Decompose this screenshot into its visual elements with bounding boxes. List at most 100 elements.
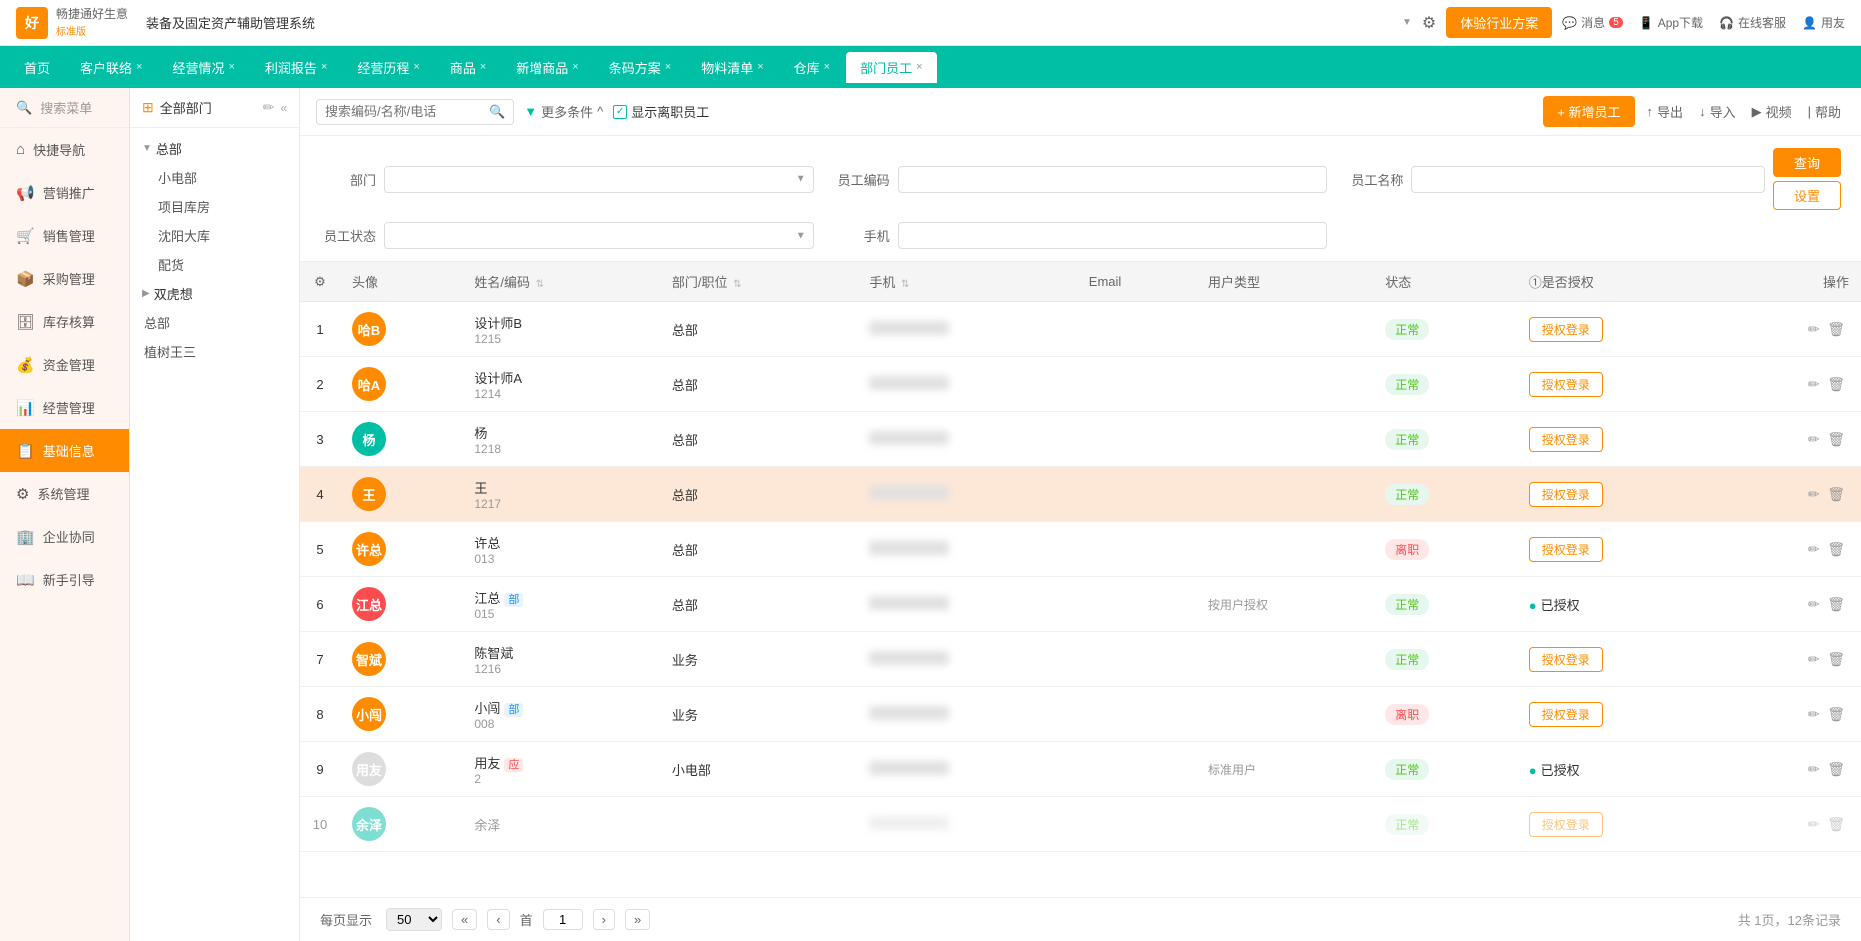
dept-edit-icon[interactable]: ✏ (263, 99, 275, 116)
close-icon[interactable]: × (757, 61, 763, 73)
emp-status-select[interactable] (384, 222, 814, 249)
more-conditions-btn[interactable]: ▼ 更多条件 ^ (524, 102, 603, 121)
close-icon[interactable]: × (321, 61, 327, 73)
auth-login-btn[interactable]: 授权登录 (1529, 537, 1603, 562)
delete-btn[interactable]: 🗑 (1827, 816, 1845, 832)
sidebar-item-guide[interactable]: 📖 新手引导 (0, 558, 129, 601)
edit-btn[interactable]: ✏ (1808, 376, 1820, 392)
emp-name-input[interactable] (1411, 166, 1765, 193)
query-btn[interactable]: 查询 (1773, 148, 1841, 177)
view-btn[interactable]: ▶ 视频 (1748, 102, 1796, 121)
dept-group-label-sh[interactable]: ▶双虎想 (130, 279, 299, 308)
tab-home[interactable]: 首页 (10, 52, 64, 83)
show-departed-check[interactable]: ✓ 显示离职员工 (613, 102, 709, 121)
sidebar-item-finance[interactable]: 💰 资金管理 (0, 343, 129, 386)
tab-history[interactable]: 经营历程 × (343, 52, 433, 83)
tab-profit[interactable]: 利润报告 × (251, 52, 341, 83)
delete-btn[interactable]: 🗑 (1827, 431, 1845, 447)
page-input[interactable] (543, 909, 583, 930)
col-dept[interactable]: 部门/职位 ⇅ (660, 262, 858, 302)
dept-node-project[interactable]: 项目库房 (130, 192, 299, 221)
dept-node-xiao-dian[interactable]: 小电部 (130, 163, 299, 192)
reset-btn[interactable]: 设置 (1773, 181, 1841, 210)
dept-node-distribution[interactable]: 配货 (130, 250, 299, 279)
auth-login-btn[interactable]: 授权登录 (1529, 482, 1603, 507)
tab-goods[interactable]: 商品 × (436, 52, 500, 83)
close-icon[interactable]: × (572, 61, 578, 73)
edit-btn[interactable]: ✏ (1808, 596, 1820, 612)
tab-operation[interactable]: 经营情况 × (158, 52, 248, 83)
tab-new-goods[interactable]: 新增商品 × (502, 52, 592, 83)
user-btn[interactable]: 👤 用友 (1802, 14, 1845, 31)
import-btn[interactable]: ↓ 导入 (1695, 102, 1740, 121)
tab-warehouse[interactable]: 仓库 × (780, 52, 844, 83)
delete-btn[interactable]: 🗑 (1827, 376, 1845, 392)
edit-btn[interactable]: ✏ (1808, 486, 1820, 502)
tab-barcode[interactable]: 条码方案 × (595, 52, 685, 83)
message-btn[interactable]: 💬 消息 5 (1562, 14, 1623, 31)
help-btn[interactable]: | 帮助 (1804, 102, 1845, 121)
add-employee-btn[interactable]: + 新增员工 (1543, 96, 1634, 127)
dept-select[interactable] (384, 166, 814, 193)
close-icon[interactable]: × (480, 61, 486, 73)
dept-node-zongbu[interactable]: 总部 (130, 308, 299, 337)
auth-login-btn[interactable]: 授权登录 (1529, 812, 1603, 837)
next-page-btn[interactable]: › (593, 909, 615, 930)
close-icon[interactable]: × (228, 61, 234, 73)
online-service-btn[interactable]: 🎧 在线客服 (1719, 14, 1786, 31)
delete-btn[interactable]: 🗑 (1827, 541, 1845, 557)
search-input[interactable] (325, 104, 485, 119)
dept-collapse-icon[interactable]: « (280, 101, 287, 115)
tab-department[interactable]: 部门员工 × (846, 52, 936, 83)
delete-btn[interactable]: 🗑 (1827, 706, 1845, 722)
tab-bom[interactable]: 物料清单 × (687, 52, 777, 83)
close-icon[interactable]: × (665, 61, 671, 73)
close-icon[interactable]: × (824, 61, 830, 73)
edit-btn[interactable]: ✏ (1808, 541, 1820, 557)
phone-input[interactable] (898, 222, 1328, 249)
last-page-btn[interactable]: » (625, 909, 650, 930)
delete-btn[interactable]: 🗑 (1827, 596, 1845, 612)
sidebar-item-system[interactable]: ⚙ 系统管理 (0, 472, 129, 515)
col-settings[interactable]: ⚙ (300, 262, 340, 302)
delete-btn[interactable]: 🗑 (1827, 651, 1845, 667)
close-icon[interactable]: × (413, 61, 419, 73)
emp-code-input[interactable] (898, 166, 1328, 193)
settings-icon[interactable]: ⚙ (1422, 13, 1436, 33)
dept-node-shenyang[interactable]: 沈阳大库 (130, 221, 299, 250)
close-icon[interactable]: × (916, 61, 922, 73)
sidebar-item-purchase[interactable]: 📦 采购管理 (0, 257, 129, 300)
sidebar-item-quick-nav[interactable]: ⌂ 快捷导航 (0, 128, 129, 171)
sidebar-item-basic-info[interactable]: 📋 基础信息 (0, 429, 129, 472)
sidebar-item-marketing[interactable]: 📢 营销推广 (0, 171, 129, 214)
sidebar-item-enterprise[interactable]: 🏢 企业协同 (0, 515, 129, 558)
auth-login-btn[interactable]: 授权登录 (1529, 427, 1603, 452)
col-phone[interactable]: 手机 ⇅ (857, 262, 1076, 302)
edit-btn[interactable]: ✏ (1808, 431, 1820, 447)
sidebar-item-sales[interactable]: 🛒 销售管理 (0, 214, 129, 257)
delete-btn[interactable]: 🗑 (1827, 321, 1845, 337)
edit-btn[interactable]: ✏ (1808, 761, 1820, 777)
system-title-arrow[interactable]: ▼ (1402, 17, 1412, 28)
sidebar-item-inventory[interactable]: 🗄 库存核算 (0, 300, 129, 343)
tab-customer[interactable]: 客户联络 × (66, 52, 156, 83)
prev-page-btn[interactable]: ‹ (487, 909, 509, 930)
col-name-code[interactable]: 姓名/编码 ⇅ (462, 262, 660, 302)
export-btn[interactable]: ↑ 导出 (1643, 102, 1688, 121)
per-page-select[interactable]: 50 20 100 (386, 908, 442, 931)
dept-node-zhishu[interactable]: 植树王三 (130, 337, 299, 366)
auth-login-btn[interactable]: 授权登录 (1529, 372, 1603, 397)
edit-btn[interactable]: ✏ (1808, 816, 1820, 832)
delete-btn[interactable]: 🗑 (1827, 761, 1845, 777)
app-download-btn[interactable]: 📱 App下载 (1639, 14, 1703, 31)
delete-btn[interactable]: 🗑 (1827, 486, 1845, 502)
close-icon[interactable]: × (136, 61, 142, 73)
auth-login-btn[interactable]: 授权登录 (1529, 647, 1603, 672)
edit-btn[interactable]: ✏ (1808, 706, 1820, 722)
edit-btn[interactable]: ✏ (1808, 651, 1820, 667)
sidebar-item-operation[interactable]: 📊 经营管理 (0, 386, 129, 429)
experience-btn[interactable]: 体验行业方案 (1446, 7, 1552, 38)
first-page-btn[interactable]: « (452, 909, 477, 930)
auth-login-btn[interactable]: 授权登录 (1529, 702, 1603, 727)
dept-group-label-hq[interactable]: ▼总部 (130, 134, 299, 163)
